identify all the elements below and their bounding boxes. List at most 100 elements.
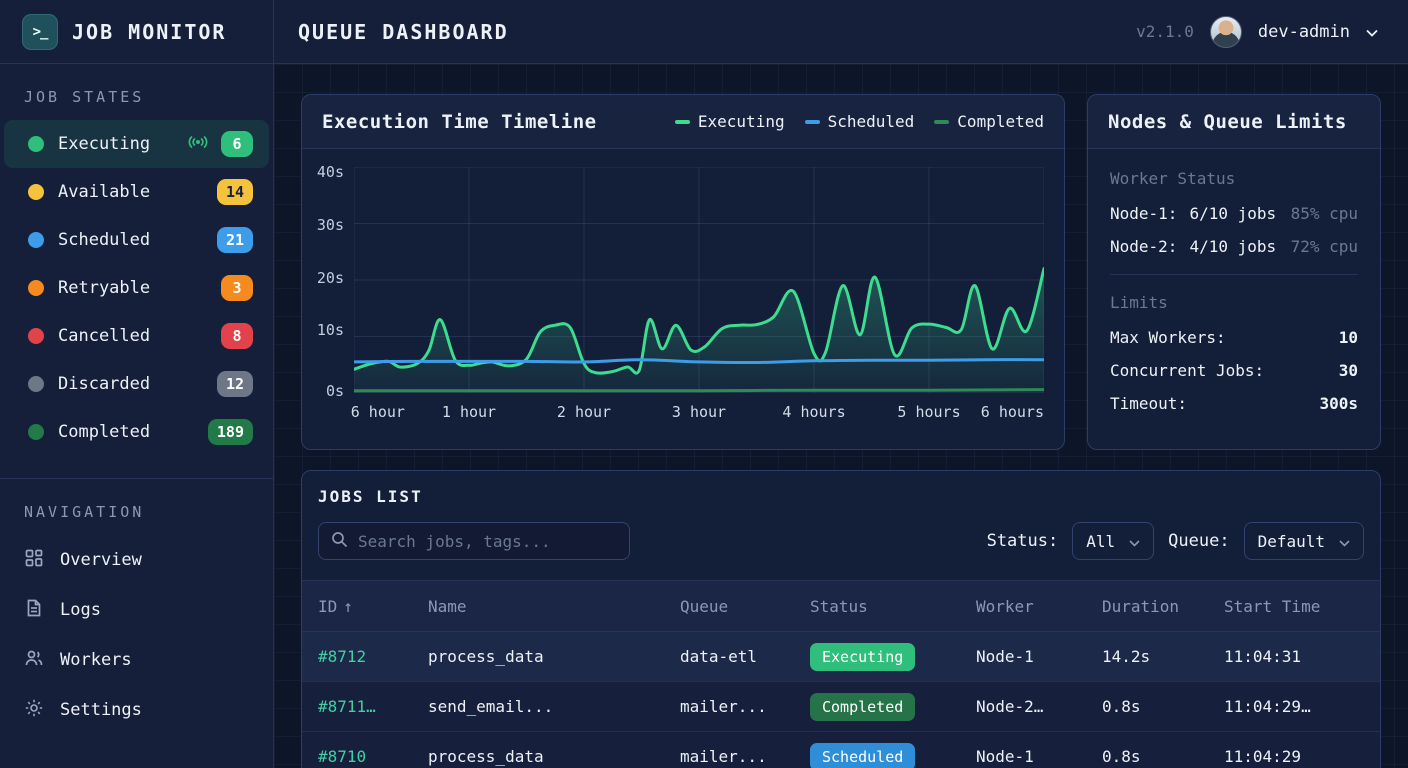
x-tick-label: 2 hour (556, 403, 612, 421)
live-pulse-icon (185, 133, 211, 155)
status-filter-label: Status: (986, 531, 1059, 551)
job-start-time: 11:04:31 (1224, 647, 1302, 666)
sort-asc-icon: ↑ (343, 596, 353, 616)
job-queue: mailer... (680, 747, 767, 766)
file-icon (24, 598, 44, 623)
chart-x-axis: 6 hour 1 hour 2 hour 3 hour 4 hours 5 hours 6 … (350, 393, 1044, 425)
job-states-heading: JOB STATES (24, 88, 145, 106)
state-count-badge: 6 (221, 131, 253, 157)
user-avatar[interactable] (1209, 15, 1242, 48)
table-header-row: ID ↑ Name Queue Status Worker Duration St… (302, 580, 1380, 632)
timeline-card-header: Execution Time Timeline Executing Schedu… (302, 95, 1064, 149)
sidebar-item-available[interactable]: Available 14 (4, 168, 269, 216)
sidebar-item-cancelled[interactable]: Cancelled 8 (4, 312, 269, 360)
x-tick-label: 1 hour (441, 403, 497, 421)
nodes-card-header: Nodes & Queue Limits (1088, 95, 1380, 149)
y-tick-label: 10s (316, 321, 344, 340)
job-name: process_data (428, 647, 544, 666)
col-id[interactable]: ID ↑ (318, 597, 428, 616)
sidebar-item-workers[interactable]: Workers (0, 635, 273, 685)
col-name[interactable]: Name (428, 597, 680, 616)
search-box[interactable] (318, 522, 630, 560)
chevron-down-icon[interactable] (1366, 22, 1378, 41)
job-id-link[interactable]: #8712 (318, 647, 428, 666)
queue-filter-select[interactable]: Default (1243, 522, 1364, 560)
top-header: >_ JOB MONITOR QUEUE DASHBOARD v2.1.0 de… (0, 0, 1408, 64)
job-duration: 14.2s (1102, 647, 1151, 666)
y-tick-label: 20s (316, 268, 344, 287)
col-start-time[interactable]: Start Time (1224, 597, 1380, 616)
sidebar-divider (0, 478, 273, 479)
sidebar-item-settings[interactable]: Settings (0, 685, 273, 735)
grid-icon (24, 548, 44, 573)
col-worker[interactable]: Worker (976, 597, 1102, 616)
sidebar-item-logs[interactable]: Logs (0, 585, 273, 635)
chart-body: 40s 30s 20s 10s 0s 6 hour 1 hour 2 hour 3 hour 4… (302, 149, 1064, 425)
col-duration[interactable]: Duration (1102, 597, 1224, 616)
queue-filter-label: Queue: (1168, 531, 1230, 551)
node-1-cpu: 85% cpu (1290, 204, 1358, 223)
executing-dot-icon (28, 136, 44, 152)
legend-dash-icon (934, 119, 950, 124)
main-content: Execution Time Timeline Executing Schedu… (274, 64, 1408, 768)
header-right: v2.1.0 dev-admin (1136, 15, 1378, 48)
jobs-list-card: JOBS LIST Status: All (301, 470, 1381, 768)
job-worker: Node-1 (976, 647, 1034, 666)
chart-plot-area[interactable] (354, 167, 1044, 393)
job-id-link[interactable]: #8710 (318, 747, 428, 766)
x-tick-label: 6 hour (350, 403, 405, 421)
table-row[interactable]: #8712 process_data data-etl Executing No… (302, 632, 1380, 682)
worker-status-heading: Worker Status (1110, 169, 1236, 188)
job-start-time: 11:04:29 (1224, 747, 1302, 766)
table-row[interactable]: #8711… send_email... mailer... Completed… (302, 682, 1380, 732)
user-name[interactable]: dev-admin (1258, 22, 1350, 42)
gear-icon (24, 698, 44, 723)
job-id-link[interactable]: #8711… (318, 697, 428, 716)
state-count-badge: 12 (216, 371, 253, 397)
y-tick-label: 30s (316, 215, 344, 234)
app-title: JOB MONITOR (72, 19, 227, 44)
sidebar-item-completed[interactable]: Completed 189 (4, 408, 269, 456)
legend-dash-icon (804, 119, 820, 124)
brand: >_ JOB MONITOR (0, 0, 274, 63)
y-tick-label: 40s (316, 163, 344, 181)
job-duration: 0.8s (1102, 747, 1141, 766)
job-worker: Node-2… (976, 697, 1044, 716)
node-1-row: Node-1: 6/10 jobs 85% cpu (1110, 204, 1358, 223)
available-dot-icon (28, 184, 44, 200)
status-badge: Completed (810, 692, 916, 721)
table-row[interactable]: #8710 process_data mailer... Scheduled N… (302, 732, 1380, 768)
x-tick-label: 3 hour (671, 403, 727, 421)
completed-dot-icon (28, 424, 44, 440)
col-queue[interactable]: Queue (680, 597, 810, 616)
concurrent-jobs-row: Concurrent Jobs: 30 (1110, 361, 1358, 380)
legend-scheduled: Scheduled (804, 112, 914, 131)
status-filter-select[interactable]: All (1072, 522, 1155, 560)
x-tick-label: 4 hours (782, 403, 846, 421)
timeline-chart (354, 167, 1044, 393)
sidebar-item-overview[interactable]: Overview (0, 535, 273, 585)
state-count-badge: 8 (221, 323, 253, 349)
job-worker: Node-1 (976, 747, 1034, 766)
chart-y-axis: 40s 30s 20s 10s 0s (302, 163, 354, 399)
status-badge: Executing (810, 642, 916, 671)
state-count-badge: 21 (216, 227, 253, 253)
users-icon (24, 648, 44, 673)
col-status[interactable]: Status (810, 597, 976, 616)
sidebar-item-retryable[interactable]: Retryable 3 (4, 264, 269, 312)
navigation-heading: NAVIGATION (24, 503, 145, 521)
search-input[interactable] (358, 531, 617, 551)
limits-heading: Limits (1110, 293, 1168, 312)
sidebar-item-scheduled[interactable]: Scheduled 21 (4, 216, 269, 264)
sidebar-item-discarded[interactable]: Discarded 12 (4, 360, 269, 408)
legend-executing: Executing (674, 112, 785, 131)
max-workers-row: Max Workers: 10 (1110, 328, 1358, 347)
job-duration: 0.8s (1102, 697, 1141, 716)
nodes-title: Nodes & Queue Limits (1108, 110, 1347, 133)
timeline-card: Execution Time Timeline Executing Schedu… (301, 94, 1065, 450)
page-title: QUEUE DASHBOARD (298, 19, 509, 44)
header-main: QUEUE DASHBOARD v2.1.0 dev-admin (274, 0, 1408, 63)
legend-dash-icon (674, 119, 690, 124)
search-icon (331, 531, 348, 552)
sidebar-item-executing[interactable]: Executing 6 (4, 120, 269, 168)
